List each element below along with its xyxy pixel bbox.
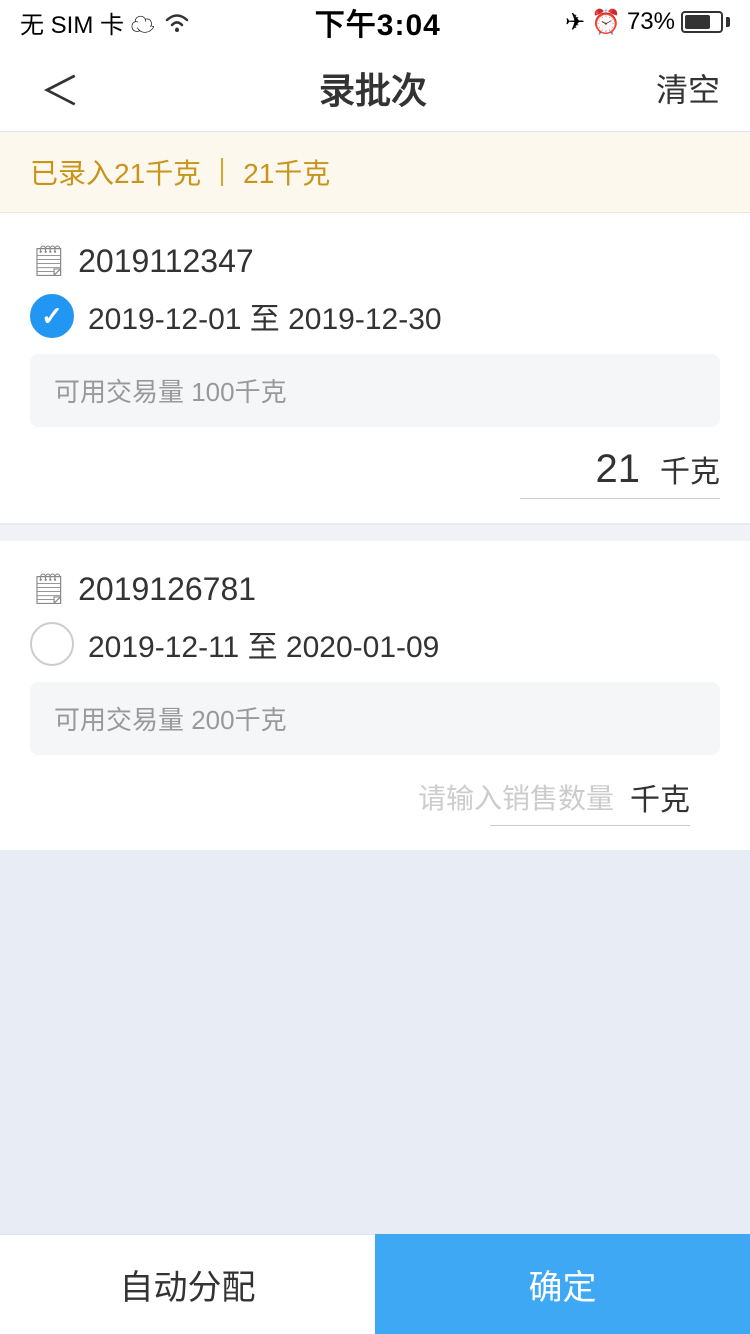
sim-status: 无 SIM 卡 ☁ xyxy=(20,5,155,40)
batch-1-date: 2019-12-01 至 2019-12-30 xyxy=(88,294,442,338)
batch-1-date-row: ✓ 2019-12-01 至 2019-12-30 xyxy=(30,294,720,338)
section-divider xyxy=(0,525,750,541)
status-time: 下午3:04 xyxy=(315,0,441,44)
batch-item-2: 🗒 2019126781 2019-12-11 至 2020-01-09 可用交… xyxy=(0,541,750,755)
batch-1-id: 2019112347 xyxy=(78,243,254,280)
batch-1-qty-box: 可用交易量 100千克 xyxy=(30,354,720,427)
batch-1-header: 🗒 2019112347 xyxy=(30,243,720,280)
batch-1-amount-row: 21 千克 xyxy=(0,427,750,525)
alarm-icon: ⏰ xyxy=(591,8,621,37)
batch-1-available-qty: 可用交易量 100千克 xyxy=(54,377,287,407)
battery-icon xyxy=(681,11,730,33)
batch-2-date: 2019-12-11 至 2020-01-09 xyxy=(88,622,439,666)
input-underline xyxy=(490,825,690,826)
recorded-amount-label: 已录入21千克 xyxy=(30,152,201,192)
batch-1-unit: 千克 xyxy=(660,447,720,491)
bottom-bar: 自动分配 确定 xyxy=(0,1234,750,1334)
batch-1-doc-icon: 🗒 xyxy=(30,244,68,279)
clear-button[interactable]: 清空 xyxy=(656,65,720,111)
status-bar: 无 SIM 卡 ☁ 下午3:04 ✈ ⏰ 73% xyxy=(0,0,750,44)
batch-2-date-row: 2019-12-11 至 2020-01-09 xyxy=(30,622,720,666)
batch-item-1: 🗒 2019112347 ✓ 2019-12-01 至 2019-12-30 可… xyxy=(0,213,750,427)
content-wrapper: 🗒 2019112347 ✓ 2019-12-01 至 2019-12-30 可… xyxy=(0,213,750,1315)
location-icon: ✈ xyxy=(565,8,585,37)
batch-2-header: 🗒 2019126781 xyxy=(30,571,720,608)
batch-2-radio[interactable] xyxy=(30,622,74,666)
batch-2-doc-icon: 🗒 xyxy=(30,572,68,607)
status-right: ✈ ⏰ 73% xyxy=(565,8,730,37)
wifi-icon xyxy=(163,11,191,33)
page-title: 录批次 xyxy=(319,62,427,114)
batch-2-input-row: 千克 xyxy=(30,755,720,850)
batch-2-qty-box: 可用交易量 200千克 xyxy=(30,682,720,755)
confirm-button[interactable]: 确定 xyxy=(375,1234,750,1334)
status-left: 无 SIM 卡 ☁ xyxy=(20,5,191,40)
banner-divider xyxy=(221,158,223,186)
battery-percent: 73% xyxy=(627,8,675,36)
batch-2-available-qty: 可用交易量 200千克 xyxy=(54,705,287,735)
batch-1-radio[interactable]: ✓ xyxy=(30,294,74,338)
amount-value: 21千克 xyxy=(243,152,330,192)
auto-distribute-button[interactable]: 自动分配 xyxy=(0,1234,375,1334)
batch-2-input-wrapper: 千克 xyxy=(0,755,750,850)
nav-bar: ＜ 录批次 清空 xyxy=(0,44,750,132)
amount-underline xyxy=(520,498,720,499)
check-icon: ✓ xyxy=(41,301,63,332)
back-button[interactable]: ＜ xyxy=(30,49,90,127)
batch-2-id: 2019126781 xyxy=(78,571,256,608)
input-unit: 千克 xyxy=(630,775,690,819)
info-banner: 已录入21千克 21千克 xyxy=(0,132,750,213)
quantity-input-2[interactable] xyxy=(314,779,614,816)
batch-1-amount: 21 xyxy=(596,447,641,492)
